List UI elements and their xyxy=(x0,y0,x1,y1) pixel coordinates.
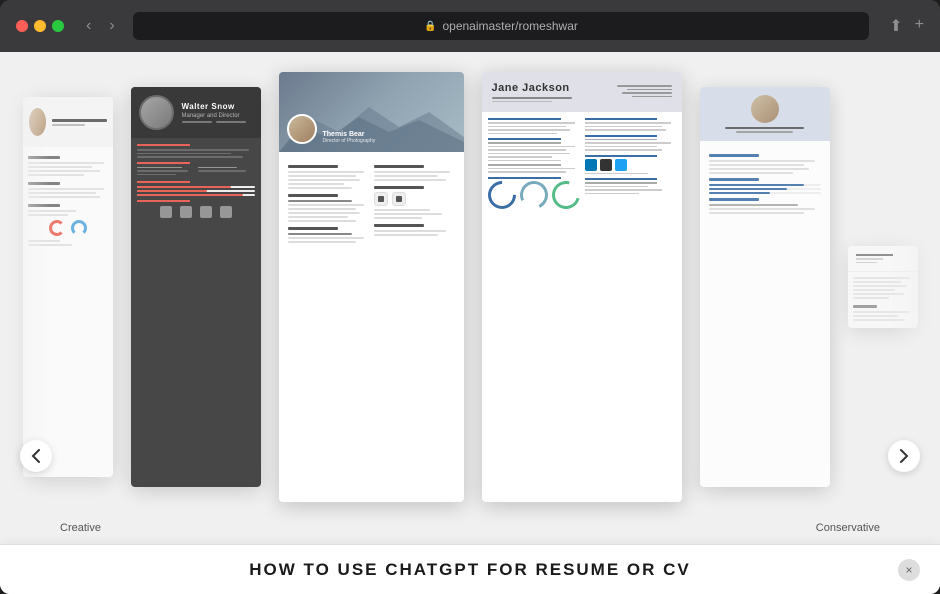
bottom-banner: HOW TO USE CHATGPT FOR RESUME OR CV × xyxy=(0,544,940,594)
last-card-header xyxy=(848,246,918,272)
banner-text: HOW TO USE CHATGPT FOR RESUME OR CV xyxy=(249,560,691,580)
managesh-content xyxy=(700,141,830,225)
themis-name-block: Themis Bear Director of Photography xyxy=(323,131,376,144)
back-button[interactable]: ‹ xyxy=(80,15,97,37)
forward-button[interactable]: › xyxy=(103,15,120,37)
sub-line xyxy=(52,124,85,126)
card1-avatar xyxy=(29,108,46,136)
share-button[interactable]: ⬆ xyxy=(889,16,902,36)
walter-section-skills xyxy=(137,181,255,196)
new-tab-button[interactable]: + xyxy=(915,16,924,36)
resume-card-partial[interactable] xyxy=(848,246,918,328)
content-area: Walter Snow Manager and Director xyxy=(0,52,940,594)
resume-card-jane[interactable]: Jane Jackson xyxy=(482,72,682,502)
walter-name-block: Walter Snow Manager and Director xyxy=(182,102,246,123)
walter-section-1 xyxy=(137,144,255,158)
themis-right-col xyxy=(374,161,455,245)
skill-bar-1 xyxy=(137,186,255,188)
themis-name: Themis Bear xyxy=(323,131,376,138)
section-title-obj xyxy=(488,118,562,120)
jane-content xyxy=(482,112,682,215)
conservative-label: Conservative xyxy=(816,522,880,534)
category-labels: Creative Conservative xyxy=(0,522,940,544)
themis-content xyxy=(279,152,464,254)
right-chevron-icon xyxy=(899,449,909,463)
resume-card-themis[interactable]: Themis Bear Director of Photography xyxy=(279,72,464,502)
next-arrow[interactable] xyxy=(888,440,920,472)
last-card-content xyxy=(848,272,918,328)
walter-section-2 xyxy=(137,162,255,178)
walter-title: Manager and Director xyxy=(182,113,246,119)
traffic-lights xyxy=(16,20,64,32)
section-title xyxy=(28,156,60,159)
themis-header: Themis Bear Director of Photography xyxy=(279,72,464,152)
card1-content xyxy=(23,147,113,253)
creative-label: Creative xyxy=(60,522,101,534)
walter-header: Walter Snow Manager and Director xyxy=(131,87,261,138)
card1-name-block xyxy=(52,119,107,126)
managesh-avatar xyxy=(751,95,779,123)
walter-icons-section xyxy=(137,200,255,218)
donut-row xyxy=(28,220,108,236)
walter-avatar xyxy=(139,95,174,130)
prev-arrow[interactable] xyxy=(20,440,52,472)
name-line xyxy=(52,119,107,122)
walter-contact xyxy=(182,121,246,123)
card1-header xyxy=(23,97,113,147)
skill-bar-3 xyxy=(137,194,255,196)
close-traffic-light[interactable] xyxy=(16,20,28,32)
jane-name: Jane Jackson xyxy=(492,82,572,94)
minimize-traffic-light[interactable] xyxy=(34,20,46,32)
left-chevron-icon xyxy=(31,449,41,463)
themis-avatar xyxy=(287,114,317,144)
managesh-name-line xyxy=(725,127,805,129)
url-text: openaimaster/romeshwar xyxy=(442,19,577,33)
resume-card-walter[interactable]: Walter Snow Manager and Director xyxy=(131,87,261,487)
jane-header: Jane Jackson xyxy=(482,72,682,112)
url-bar[interactable]: 🔒 openaimaster/romeshwar xyxy=(133,12,870,40)
themis-left-col xyxy=(288,161,369,245)
jane-name-container: Jane Jackson xyxy=(492,82,572,102)
title-bar: ‹ › 🔒 openaimaster/romeshwar ⬆ + xyxy=(0,0,940,52)
browser-window: ‹ › 🔒 openaimaster/romeshwar ⬆ + xyxy=(0,0,940,594)
managesh-header xyxy=(700,87,830,141)
jane-left-col xyxy=(488,118,580,209)
close-banner-button[interactable]: × xyxy=(898,559,920,581)
lock-icon: 🔒 xyxy=(424,21,436,32)
resume-gallery: Walter Snow Manager and Director xyxy=(0,52,940,522)
jane-info-block xyxy=(617,85,672,99)
fullscreen-traffic-light[interactable] xyxy=(52,20,64,32)
close-icon: × xyxy=(905,563,912,577)
skill-bar-2 xyxy=(137,190,255,192)
walter-name: Walter Snow xyxy=(182,102,246,111)
resume-card-managesh[interactable] xyxy=(700,87,830,487)
walter-content xyxy=(131,138,261,228)
managesh-title-line xyxy=(736,131,793,133)
nav-buttons: ‹ › xyxy=(80,15,121,37)
last-header-lines xyxy=(856,254,910,263)
resume-card-1[interactable] xyxy=(23,97,113,477)
toolbar-actions: ⬆ + xyxy=(889,16,924,36)
jane-right-col xyxy=(585,118,676,209)
